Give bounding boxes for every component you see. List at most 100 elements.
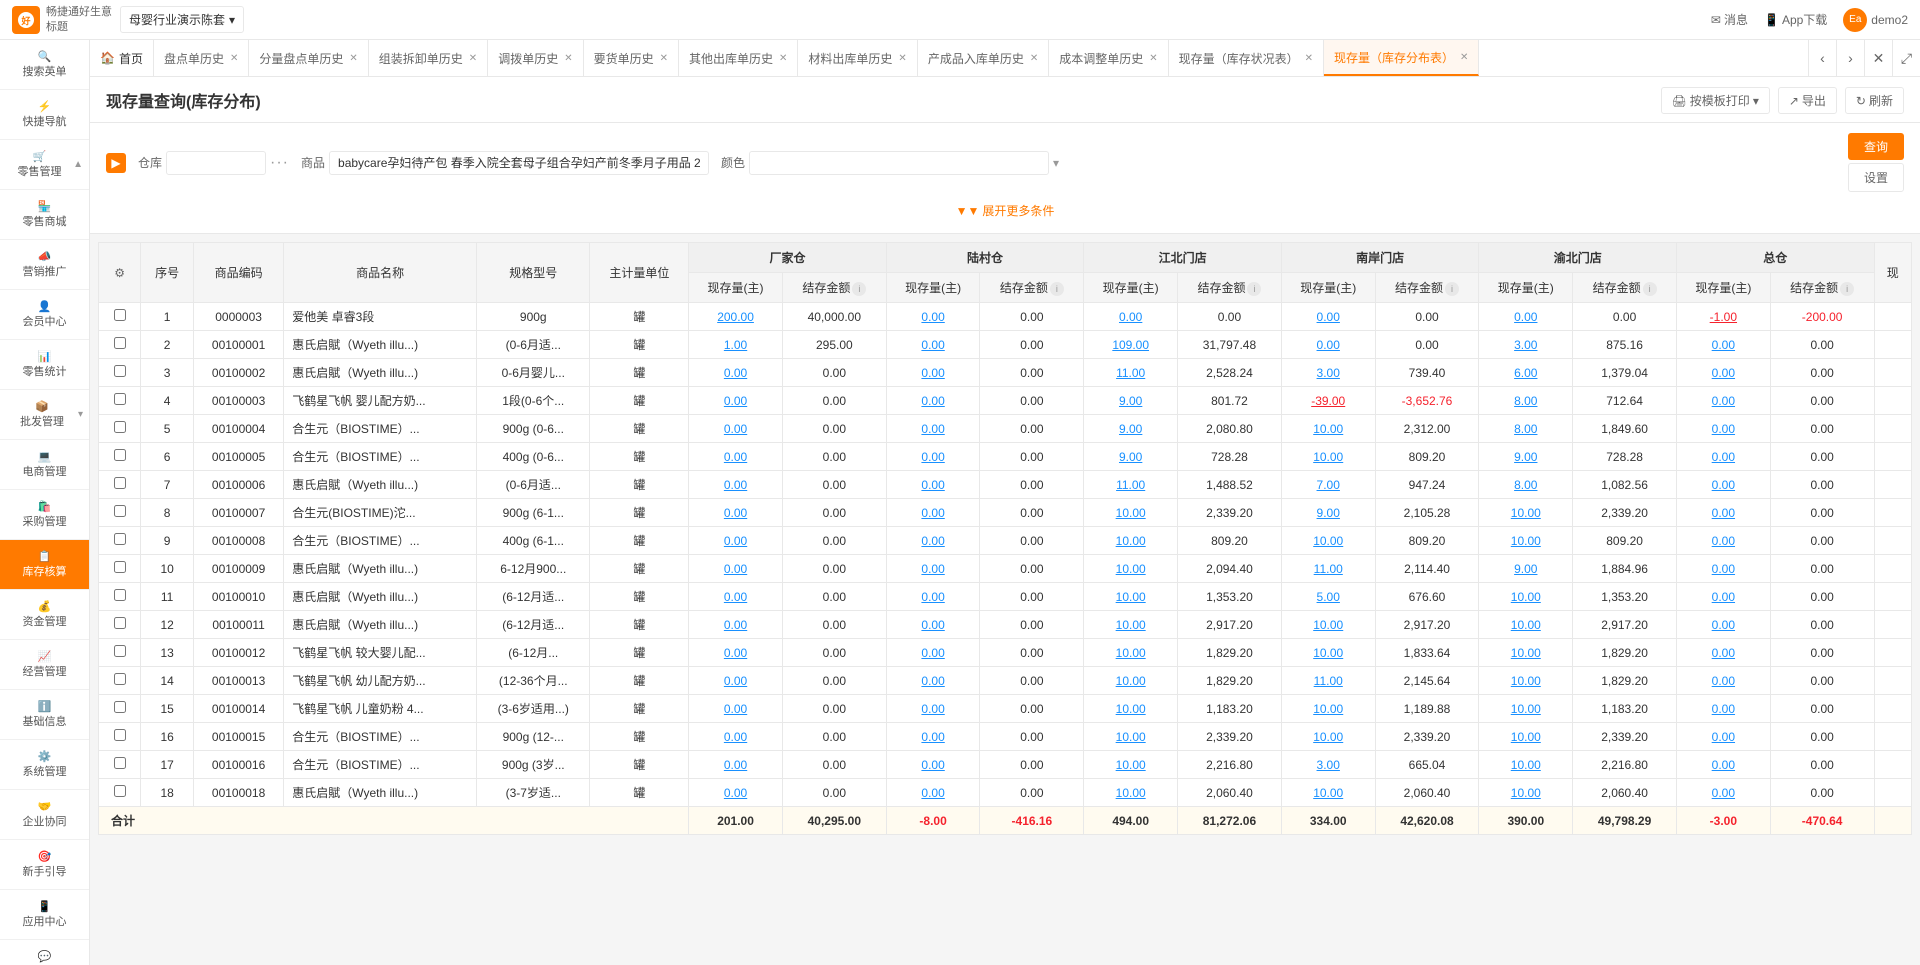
- td-w3-qty[interactable]: 10.00: [1084, 751, 1178, 779]
- td-w4-qty[interactable]: 11.00: [1281, 667, 1375, 695]
- td-w3-qty[interactable]: 10.00: [1084, 639, 1178, 667]
- td-wt-qty[interactable]: 0.00: [1677, 331, 1771, 359]
- td-w4-qty[interactable]: 10.00: [1281, 611, 1375, 639]
- tab-close-all-btn[interactable]: ✕: [1864, 40, 1892, 76]
- td-wt-qty[interactable]: 0.00: [1677, 583, 1771, 611]
- print-btn[interactable]: 🖨 按模板打印 ▾: [1661, 87, 1770, 114]
- td-wt-qty[interactable]: 0.00: [1677, 499, 1771, 527]
- tab-transfer[interactable]: 调拨单历史 ✕: [488, 40, 583, 76]
- td-w5-qty[interactable]: 10.00: [1479, 527, 1573, 555]
- td-w3-qty[interactable]: 10.00: [1084, 611, 1178, 639]
- td-checkbox[interactable]: [99, 667, 141, 695]
- td-w4-qty[interactable]: -39.00: [1281, 387, 1375, 415]
- td-w5-qty[interactable]: 3.00: [1479, 331, 1573, 359]
- sidebar-item-store[interactable]: 🏪 零售商城: [0, 190, 89, 240]
- sidebar-item-system[interactable]: ⚙️ 系统管理: [0, 740, 89, 790]
- td-w2-qty[interactable]: 0.00: [886, 443, 980, 471]
- td-w4-qty[interactable]: 10.00: [1281, 415, 1375, 443]
- td-wt-qty[interactable]: 0.00: [1677, 527, 1771, 555]
- td-w3-qty[interactable]: 10.00: [1084, 555, 1178, 583]
- sidebar-item-collab[interactable]: 🤝 企业协同: [0, 790, 89, 840]
- td-w5-qty[interactable]: 10.00: [1479, 723, 1573, 751]
- td-w2-qty[interactable]: 0.00: [886, 583, 980, 611]
- sidebar-item-wholesale[interactable]: 📦 批发管理 ▾: [0, 390, 89, 440]
- td-checkbox[interactable]: [99, 723, 141, 751]
- td-w5-qty[interactable]: 10.00: [1479, 499, 1573, 527]
- info-icon-w5[interactable]: i: [1643, 282, 1657, 296]
- message-btn[interactable]: ✉ 消息: [1711, 11, 1748, 28]
- td-checkbox[interactable]: [99, 779, 141, 807]
- sidebar-item-search[interactable]: 🔍 搜索英单: [0, 40, 89, 90]
- td-w3-qty[interactable]: 10.00: [1084, 695, 1178, 723]
- table-settings-icon[interactable]: ⚙: [112, 265, 128, 281]
- td-w2-qty[interactable]: 0.00: [886, 527, 980, 555]
- td-w4-qty[interactable]: 3.00: [1281, 359, 1375, 387]
- sidebar-item-finance[interactable]: 💰 资金管理: [0, 590, 89, 640]
- td-w5-qty[interactable]: 10.00: [1479, 639, 1573, 667]
- td-wt-qty[interactable]: 0.00: [1677, 639, 1771, 667]
- tab-prev-btn[interactable]: ‹: [1808, 40, 1836, 76]
- td-wt-qty[interactable]: -1.00: [1677, 303, 1771, 331]
- td-w1-qty[interactable]: 0.00: [689, 527, 783, 555]
- td-wt-qty[interactable]: 0.00: [1677, 443, 1771, 471]
- info-icon-w1[interactable]: i: [852, 282, 866, 296]
- info-icon-w4[interactable]: i: [1445, 282, 1459, 296]
- td-w4-qty[interactable]: 10.00: [1281, 779, 1375, 807]
- td-checkbox[interactable]: [99, 499, 141, 527]
- close-icon[interactable]: ✕: [564, 53, 572, 64]
- td-wt-qty[interactable]: 0.00: [1677, 387, 1771, 415]
- close-icon[interactable]: ✕: [898, 53, 906, 64]
- close-icon[interactable]: ✕: [349, 53, 357, 64]
- td-w4-qty[interactable]: 5.00: [1281, 583, 1375, 611]
- td-w5-qty[interactable]: 10.00: [1479, 611, 1573, 639]
- expand-btn[interactable]: ▼▼ 展开更多条件: [948, 198, 1063, 223]
- query-btn[interactable]: 查询: [1848, 133, 1904, 160]
- td-w5-qty[interactable]: 10.00: [1479, 695, 1573, 723]
- sidebar-item-inventory[interactable]: 📋 库存核算: [0, 540, 89, 590]
- tab-material-out[interactable]: 材料出库单历史 ✕: [798, 40, 917, 76]
- td-w2-qty[interactable]: 0.00: [886, 499, 980, 527]
- td-w4-qty[interactable]: 0.00: [1281, 303, 1375, 331]
- export-btn[interactable]: ↗ 导出: [1778, 87, 1837, 114]
- td-w3-qty[interactable]: 10.00: [1084, 499, 1178, 527]
- td-w5-qty[interactable]: 10.00: [1479, 583, 1573, 611]
- td-w4-qty[interactable]: 11.00: [1281, 555, 1375, 583]
- td-w5-qty[interactable]: 0.00: [1479, 303, 1573, 331]
- td-checkbox[interactable]: [99, 555, 141, 583]
- info-icon-w2[interactable]: i: [1050, 282, 1064, 296]
- user-info[interactable]: Ea demo2: [1843, 8, 1908, 32]
- industry-selector[interactable]: 母婴行业演示陈套 ▾: [120, 6, 244, 33]
- close-icon[interactable]: ✕: [1030, 53, 1038, 64]
- td-w2-qty[interactable]: 0.00: [886, 331, 980, 359]
- td-w2-qty[interactable]: 0.00: [886, 639, 980, 667]
- td-w3-qty[interactable]: 10.00: [1084, 583, 1178, 611]
- warehouse-ellipsis-btn[interactable]: ···: [270, 154, 289, 172]
- tab-stock-status[interactable]: 现存量（库存状况表） ✕: [1169, 40, 1324, 76]
- app-download-btn[interactable]: 📱 App下载: [1764, 11, 1827, 28]
- td-checkbox[interactable]: [99, 415, 141, 443]
- sidebar-item-operation[interactable]: 📈 经营管理: [0, 640, 89, 690]
- close-icon[interactable]: ✕: [230, 53, 238, 64]
- td-checkbox[interactable]: [99, 695, 141, 723]
- td-w3-qty[interactable]: 9.00: [1084, 387, 1178, 415]
- td-w5-qty[interactable]: 8.00: [1479, 471, 1573, 499]
- td-w4-qty[interactable]: 10.00: [1281, 443, 1375, 471]
- td-w1-qty[interactable]: 0.00: [689, 555, 783, 583]
- tab-portion-count[interactable]: 分量盘点单历史 ✕: [249, 40, 368, 76]
- td-w5-qty[interactable]: 8.00: [1479, 415, 1573, 443]
- td-w5-qty[interactable]: 10.00: [1479, 779, 1573, 807]
- tab-cost-adjust[interactable]: 成本调整单历史 ✕: [1049, 40, 1168, 76]
- td-checkbox[interactable]: [99, 611, 141, 639]
- td-w1-qty[interactable]: 0.00: [689, 471, 783, 499]
- tab-assembly[interactable]: 组装拆卸单历史 ✕: [369, 40, 488, 76]
- tab-demand[interactable]: 要货单历史 ✕: [584, 40, 679, 76]
- td-w1-qty[interactable]: 0.00: [689, 639, 783, 667]
- td-w2-qty[interactable]: 0.00: [886, 387, 980, 415]
- td-w3-qty[interactable]: 11.00: [1084, 359, 1178, 387]
- collapse-btn[interactable]: ▶: [106, 153, 126, 173]
- sidebar-item-guide[interactable]: 🎯 新手引导: [0, 840, 89, 890]
- td-w3-qty[interactable]: 10.00: [1084, 723, 1178, 751]
- td-w1-qty[interactable]: 0.00: [689, 667, 783, 695]
- td-w5-qty[interactable]: 9.00: [1479, 443, 1573, 471]
- tab-other-out[interactable]: 其他出库单历史 ✕: [679, 40, 798, 76]
